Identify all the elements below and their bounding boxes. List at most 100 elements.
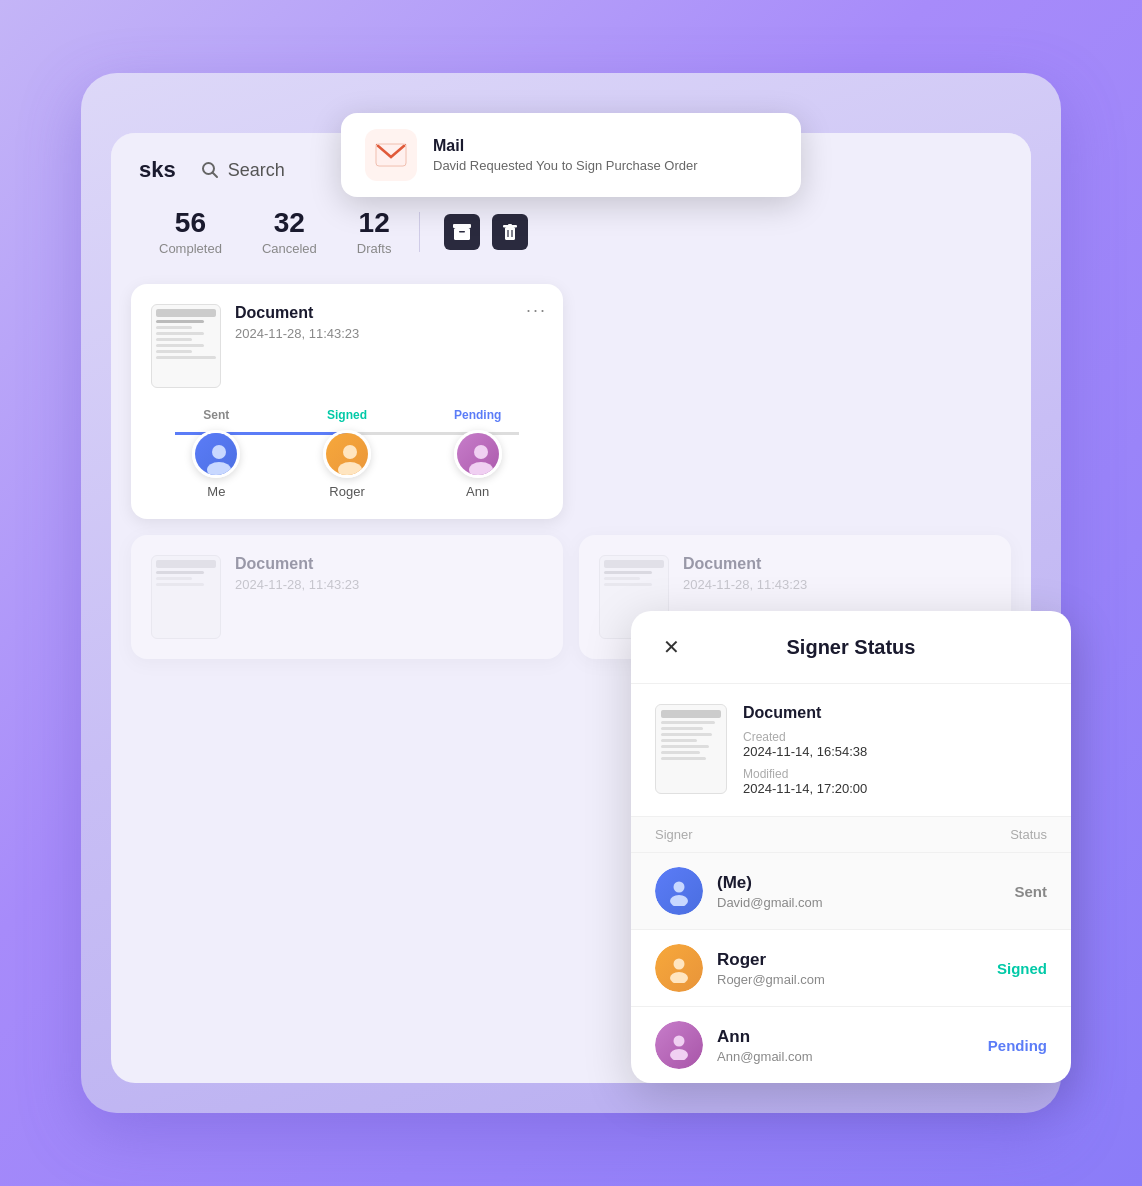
svg-point-12 <box>212 445 226 459</box>
ghost-doc-date-2: 2024-11-28, 11:43:23 <box>683 577 991 592</box>
ghost-doc-info-2: Document 2024-11-28, 11:43:23 <box>683 555 991 592</box>
stat-label-drafts: Drafts <box>357 241 392 256</box>
app-title: sks <box>139 157 176 183</box>
toolbar-icons <box>444 214 528 250</box>
search-icon <box>200 160 220 180</box>
signer-row-info-ann: Ann Ann@gmail.com <box>717 1027 974 1064</box>
svg-point-14 <box>343 445 357 459</box>
svg-rect-5 <box>453 224 471 228</box>
signer-row-info-roger: Roger Roger@gmail.com <box>717 950 983 987</box>
signer-name-ann: Ann <box>466 484 489 499</box>
signer-row-status-roger: Signed <box>997 960 1047 977</box>
mail-content: Mail David Requested You to Sign Purchas… <box>433 137 698 173</box>
signer-avatar-roger <box>323 430 371 478</box>
stat-item-drafts: 12 Drafts <box>337 207 412 256</box>
signer-table-header: Signer Status <box>631 817 1071 852</box>
cards-area: ··· Document 2024-11-28, 11:43 <box>111 272 1031 531</box>
signer-node-roger: Signed Roger <box>282 408 413 499</box>
ghost-doc-thumb-1 <box>151 555 221 639</box>
signer-node-me: Sent Me <box>151 408 282 499</box>
doc-info: Document 2024-11-28, 11:43:23 <box>235 304 543 341</box>
signer-label-signed: Signed <box>327 408 367 426</box>
ghost-doc-name-1: Document <box>235 555 543 573</box>
modal-created-row: Created 2024-11-14, 16:54:38 <box>743 730 867 759</box>
stat-item-canceled: 32 Canceled <box>242 207 337 256</box>
signer-row-me: (Me) David@gmail.com Sent <box>631 852 1071 929</box>
right-col <box>579 284 1011 519</box>
ghost-doc-card-1: Document 2024-11-28, 11:43:23 <box>131 535 563 659</box>
modal-modified-row: Modified 2024-11-14, 17:20:00 <box>743 767 867 796</box>
modal-title: Signer Status <box>687 636 1015 659</box>
stat-number-drafts: 12 <box>357 207 392 239</box>
doc-date: 2024-11-28, 11:43:23 <box>235 326 543 341</box>
archive-icon-button[interactable] <box>444 214 480 250</box>
signer-row-status-me: Sent <box>1014 883 1047 900</box>
modal-doc-thumb <box>655 704 727 794</box>
signer-row-info-me: (Me) David@gmail.com <box>717 873 1000 910</box>
svg-point-22 <box>674 1036 685 1047</box>
trash-icon-button[interactable] <box>492 214 528 250</box>
signer-progress: Sent Me Signed <box>151 408 543 499</box>
signer-row-avatar-ann <box>655 1021 703 1069</box>
signer-row-avatar-me <box>655 867 703 915</box>
search-area[interactable]: Search <box>200 160 285 181</box>
col-signer: Signer <box>655 827 693 842</box>
doc-card-header: Document 2024-11-28, 11:43:23 <box>151 304 543 388</box>
signer-avatar-me <box>192 430 240 478</box>
signer-label-sent: Sent <box>203 408 229 426</box>
modal-doc-label: Document <box>743 704 867 722</box>
modal-doc-meta: Document Created 2024-11-14, 16:54:38 Mo… <box>743 704 867 796</box>
signer-status-modal: ✕ Signer Status Document Created 2024-11… <box>631 611 1071 1083</box>
modal-created-key: Created <box>743 730 867 744</box>
svg-point-18 <box>674 882 685 893</box>
svg-point-17 <box>469 462 493 478</box>
doc-menu-button[interactable]: ··· <box>526 300 547 321</box>
modal-close-button[interactable]: ✕ <box>655 631 687 663</box>
mail-app-name: Mail <box>433 137 698 155</box>
stat-label-canceled: Canceled <box>262 241 317 256</box>
svg-point-19 <box>670 895 688 906</box>
signer-row-roger: Roger Roger@gmail.com Signed <box>631 929 1071 1006</box>
svg-rect-9 <box>508 224 512 226</box>
doc-name: Document <box>235 304 543 322</box>
doc-thumbnail <box>151 304 221 388</box>
stat-label-completed: Completed <box>159 241 222 256</box>
signer-row-name-me: (Me) <box>717 873 1000 893</box>
modal-modified-key: Modified <box>743 767 867 781</box>
mail-icon <box>375 143 407 167</box>
stats-row: 56 Completed 32 Canceled 12 Drafts <box>111 199 1031 272</box>
svg-line-3 <box>212 173 217 178</box>
col-status: Status <box>1010 827 1047 842</box>
signer-row-email-me: David@gmail.com <box>717 895 1000 910</box>
ghost-doc-name-2: Document <box>683 555 991 573</box>
signer-row-name-ann: Ann <box>717 1027 974 1047</box>
signer-name-roger: Roger <box>329 484 364 499</box>
signer-node-ann: Pending Ann <box>412 408 543 499</box>
svg-point-15 <box>338 462 362 478</box>
signer-name-me: Me <box>207 484 225 499</box>
svg-point-13 <box>207 462 231 478</box>
modal-doc-section: Document Created 2024-11-14, 16:54:38 Mo… <box>631 684 1071 817</box>
svg-rect-4 <box>454 228 470 240</box>
modal-created-value: 2024-11-14, 16:54:38 <box>743 744 867 759</box>
svg-point-21 <box>670 972 688 983</box>
signer-row-email-ann: Ann@gmail.com <box>717 1049 974 1064</box>
mail-icon-wrap <box>365 129 417 181</box>
stat-number-canceled: 32 <box>262 207 317 239</box>
mail-notification[interactable]: Mail David Requested You to Sign Purchas… <box>341 113 801 197</box>
modal-header: ✕ Signer Status <box>631 611 1071 684</box>
signer-label-pending: Pending <box>454 408 501 426</box>
outer-container: Mail David Requested You to Sign Purchas… <box>81 73 1061 1113</box>
signer-row-email-roger: Roger@gmail.com <box>717 972 983 987</box>
stat-number-completed: 56 <box>159 207 222 239</box>
ghost-doc-header-1: Document 2024-11-28, 11:43:23 <box>151 555 543 639</box>
signer-avatar-ann <box>454 430 502 478</box>
main-doc-card[interactable]: ··· Document 2024-11-28, 11:43 <box>131 284 563 519</box>
modal-modified-value: 2024-11-14, 17:20:00 <box>743 781 867 796</box>
svg-point-23 <box>670 1049 688 1060</box>
signer-row-ann: Ann Ann@gmail.com Pending <box>631 1006 1071 1083</box>
stat-divider <box>419 212 420 252</box>
svg-rect-7 <box>505 227 515 240</box>
svg-point-20 <box>674 959 685 970</box>
mail-message: David Requested You to Sign Purchase Ord… <box>433 158 698 173</box>
